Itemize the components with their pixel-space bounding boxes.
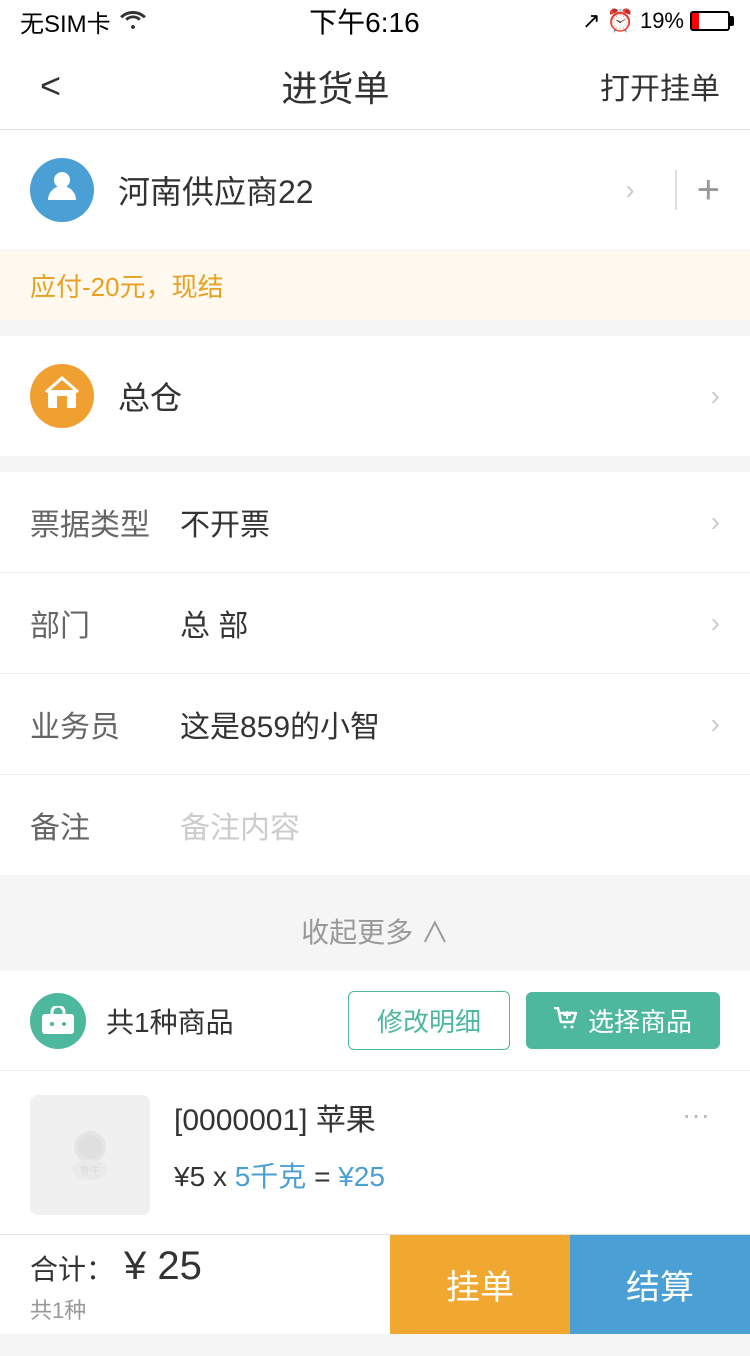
main-content: 河南供应商22 › + 应付-20元，现结 总仓 › 票据类型 不开票 › 部门… [0,130,750,1356]
total-amount: ¥ 25 [124,1244,202,1289]
battery-percent: 19% [640,8,684,34]
supplier-name: 河南供应商22 [118,167,625,213]
remark-input[interactable]: 备注内容 [160,803,720,847]
notice-bar: 应付-20元，现结 [0,251,750,320]
equals-sign: = [314,1161,338,1192]
cart-icon [554,1005,580,1036]
status-carrier: 无SIM卡 [20,4,147,39]
location-icon: ↗ [582,8,600,34]
select-product-label: 选择商品 [588,1002,692,1039]
hang-button[interactable]: 挂单 [390,1235,570,1334]
supplier-card: 河南供应商22 › + 应付-20元，现结 [0,130,750,320]
sales-label: 业务员 [30,702,160,746]
invoice-value: 不开票 [160,500,711,544]
wifi-icon [119,7,147,36]
divider [675,170,677,210]
product-count-label: 共1种商品 [106,1001,348,1041]
product-count-icon [30,993,86,1049]
warehouse-name: 总仓 [118,373,711,419]
edit-detail-button[interactable]: 修改明细 [348,991,510,1050]
product-title: 苹果 [316,1104,376,1137]
total-section: 合计： ¥ 25 共1种 [0,1235,390,1334]
sales-value: 这是859的小智 [160,702,711,746]
product-card: 共1种商品 修改明细 选择商品 鲁牛 [0000001] [0,971,750,1240]
product-code: [0000001] [174,1104,307,1137]
sales-chevron-icon: › [711,708,720,740]
product-price: ¥5 x 5千克 = ¥25 [174,1155,672,1195]
product-thumbnail: 鲁牛 [30,1095,150,1215]
dept-value: 总 部 [160,601,711,645]
status-bar: 无SIM卡 下午6:16 ↗ ⏰ 19% [0,0,750,42]
invoice-label: 票据类型 [30,500,160,544]
supplier-row[interactable]: 河南供应商22 › + [0,130,750,251]
warehouse-icon [44,374,80,419]
total-sub: 共1种 [30,1293,360,1325]
warehouse-icon-wrap [30,364,94,428]
open-hang-button[interactable]: 打开挂单 [600,64,720,108]
product-name: [0000001] 苹果 [174,1095,672,1139]
back-button[interactable]: < [30,55,71,117]
product-header: 共1种商品 修改明细 选择商品 [0,971,750,1071]
price-value: ¥5 [174,1161,205,1192]
product-info: [0000001] 苹果 ¥5 x 5千克 = ¥25 [174,1095,672,1195]
total-row: 合计： ¥ 25 [30,1244,360,1289]
warehouse-row[interactable]: 总仓 › [0,336,750,456]
supplier-chevron-icon: › [625,174,634,206]
remark-label: 备注 [30,803,160,847]
form-card: 票据类型 不开票 › 部门 总 部 › 业务员 这是859的小智 › 备注 备注… [0,472,750,875]
invoice-chevron-icon: › [711,506,720,538]
product-more-button[interactable]: ··· [672,1095,720,1135]
checkout-button[interactable]: 结算 [570,1235,750,1334]
page-title: 进货单 [282,60,390,112]
sales-row[interactable]: 业务员 这是859的小智 › [0,674,750,775]
nav-bar: < 进货单 打开挂单 [0,42,750,130]
dept-chevron-icon: › [711,607,720,639]
avatar [30,158,94,222]
price-separator: x [213,1161,235,1192]
carrier-text: 无SIM卡 [20,4,111,39]
person-icon [44,168,80,213]
collapse-button[interactable]: 收起更多 ∧ [0,891,750,971]
quantity-value: 5千克 [235,1161,307,1192]
total-label: 合计： [30,1248,114,1288]
status-indicators: ↗ ⏰ 19% [582,8,730,34]
dept-row[interactable]: 部门 总 部 › [0,573,750,674]
bottom-bar: 合计： ¥ 25 共1种 挂单 结算 [0,1234,750,1334]
warehouse-card[interactable]: 总仓 › [0,336,750,456]
remark-row[interactable]: 备注 备注内容 [0,775,750,875]
select-product-button[interactable]: 选择商品 [526,992,720,1049]
battery-icon [690,11,730,31]
warehouse-chevron-icon: › [711,380,720,412]
product-item: 鲁牛 [0000001] 苹果 ¥5 x 5千克 = ¥25 ··· [0,1071,750,1240]
svg-text:鲁牛: 鲁牛 [80,1164,100,1177]
dept-label: 部门 [30,601,160,645]
invoice-row[interactable]: 票据类型 不开票 › [0,472,750,573]
add-supplier-button[interactable]: + [697,168,720,213]
alarm-icon: ⏰ [607,8,634,34]
total-value: ¥25 [338,1161,385,1192]
status-time: 下午6:16 [309,1,420,41]
